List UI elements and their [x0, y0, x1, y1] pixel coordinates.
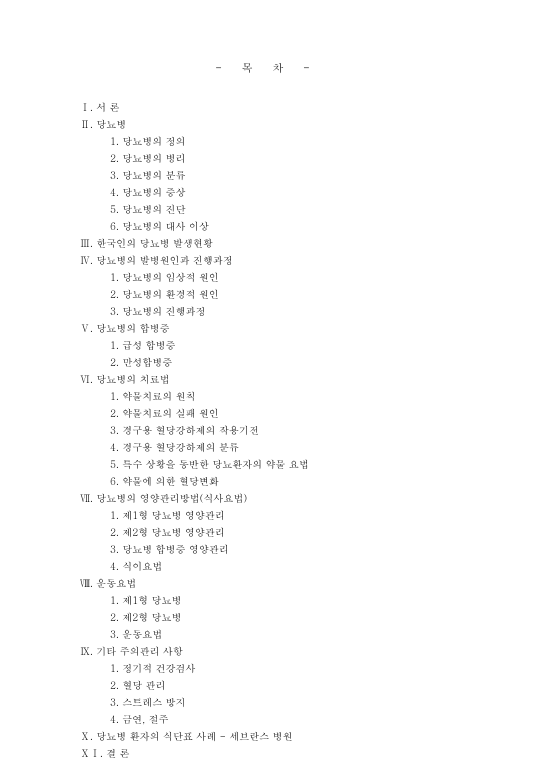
toc-item: 1. 약물치료의 원칙 [110, 388, 453, 405]
toc-item: Ⅶ. 당뇨병의 영양관리방법(식사요법) [80, 490, 453, 507]
toc-item: Ⅴ. 당뇨병의 합병증 [80, 320, 453, 337]
toc-item: Ⅷ. 운동요법 [80, 575, 453, 592]
toc-item: 1. 제1형 당뇨병 영양관리 [110, 507, 453, 524]
toc-item: 1. 정기적 건강검사 [110, 660, 453, 677]
toc-item: 6. 당뇨병의 대사 이상 [110, 218, 453, 235]
toc-item: 2. 당뇨병의 병리 [110, 150, 453, 167]
toc-item: 5. 특수 상황을 동반한 당뇨환자의 약물 요법 [110, 456, 453, 473]
toc-item: 5. 당뇨병의 진단 [110, 201, 453, 218]
toc-item: 2. 혈당 관리 [110, 677, 453, 694]
toc-item: Ⅵ. 당뇨병의 치료법 [80, 371, 453, 388]
toc-item: 2. 만성합병증 [110, 354, 453, 371]
toc-item: 4. 당뇨병의 증상 [110, 184, 453, 201]
toc-item: 1. 당뇨병의 임상적 원인 [110, 269, 453, 286]
toc-title: - 목 차 - [80, 60, 453, 79]
toc-item: 3. 당뇨병의 분류 [110, 167, 453, 184]
toc-item: 1. 제1형 당뇨병 [110, 592, 453, 609]
toc-item: 3. 경구용 혈당강하제의 작용기전 [110, 422, 453, 439]
toc-item: 2. 약물치료의 실패 원인 [110, 405, 453, 422]
toc-item: 1. 급성 합병증 [110, 337, 453, 354]
toc-item: ⅩⅠ. 결 론 [80, 745, 453, 762]
toc-item: 2. 제2형 당뇨병 영양관리 [110, 524, 453, 541]
toc-item: 2. 당뇨병의 환경적 원인 [110, 286, 453, 303]
toc-item: Ⅲ. 한국인의 당뇨병 발생현황 [80, 235, 453, 252]
toc-item: Ⅸ. 기타 주의관리 사항 [80, 643, 453, 660]
toc-item: 2. 제2형 당뇨병 [110, 609, 453, 626]
toc-item: 4. 식이요법 [110, 558, 453, 575]
toc-item: Ⅰ. 서 론 [80, 99, 453, 116]
toc-item: Ⅹ. 당뇨병 환자의 식단표 사례 - 세브란스 병원 [80, 728, 453, 745]
toc-item: Ⅳ. 당뇨병의 발병원인과 진행과정 [80, 252, 453, 269]
toc-item: 6. 약물에 의한 혈당변화 [110, 473, 453, 490]
toc-item: 3. 당뇨병의 진행과정 [110, 303, 453, 320]
toc-item: 4. 금연, 절주 [110, 711, 453, 728]
toc-item: 3. 당뇨병 합병증 영양관리 [110, 541, 453, 558]
toc-item: 3. 스트레스 방지 [110, 694, 453, 711]
toc-item: 3. 운동요법 [110, 626, 453, 643]
toc-item: 1. 당뇨병의 정의 [110, 133, 453, 150]
toc-container: Ⅰ. 서 론Ⅱ. 당뇨병1. 당뇨병의 정의2. 당뇨병의 병리3. 당뇨병의 … [80, 99, 453, 762]
toc-item: Ⅱ. 당뇨병 [80, 116, 453, 133]
toc-item: 4. 경구용 혈당강하제의 분류 [110, 439, 453, 456]
